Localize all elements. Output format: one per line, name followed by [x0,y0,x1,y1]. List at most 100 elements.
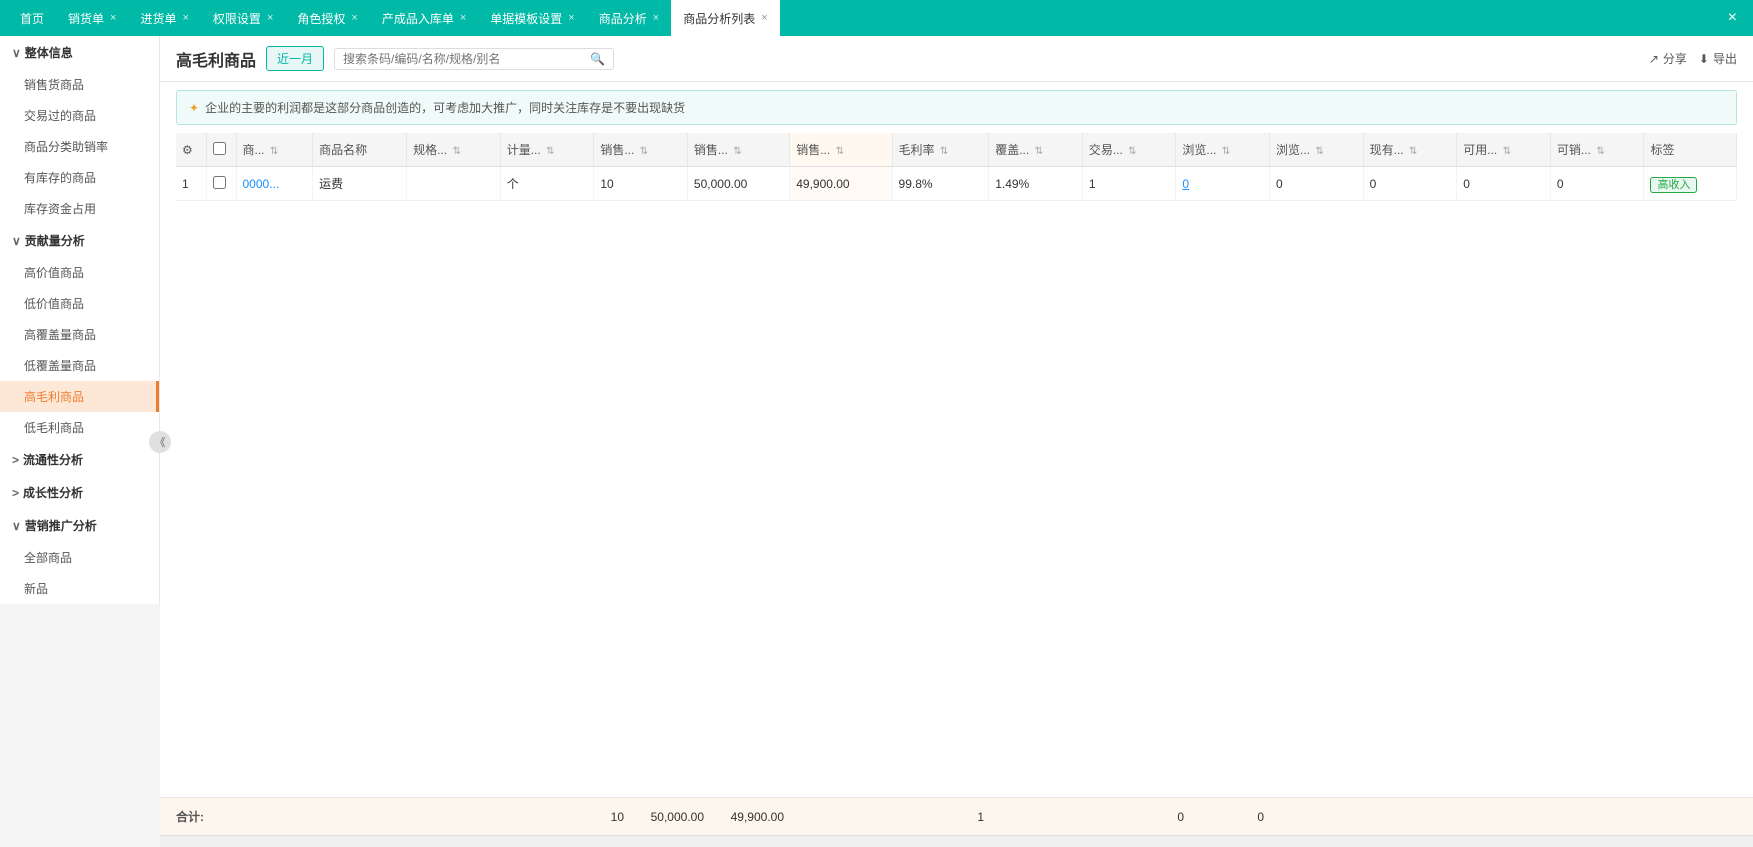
cell-browse1[interactable]: 0 [1176,167,1270,201]
sort-icon-spec: ⇅ [452,146,460,157]
sort-icon-sales-profit: ⇅ [836,146,844,157]
sidebar-item-traded-goods[interactable]: 交易过的商品 [0,100,159,131]
header-actions: ↗ 分享 ⬇ 导出 [1649,50,1737,67]
cell-coverage: 1.49% [989,167,1083,201]
sidebar-wrapper: ∨ 整体信息 销售货商品 交易过的商品 商品分类助销率 有库存的商品 库存资金占… [0,36,160,847]
period-button[interactable]: 近一月 [266,46,324,71]
close-permissions-tab[interactable]: × [267,12,273,24]
col-sales-qty[interactable]: 销售... ⇅ [594,133,688,167]
col-name[interactable]: 商品名称 [313,133,407,167]
table-row: 1 0000... 运费 个 10 50,000.00 49,900.00 99… [176,167,1737,201]
search-input[interactable] [343,52,586,66]
sidebar-item-high-margin[interactable]: 高毛利商品 [0,381,159,412]
col-sales-profit[interactable]: 销售... ⇅ [790,133,892,167]
sort-icon-browse1: ⇅ [1222,146,1230,157]
sidebar-group-growth[interactable]: > 成长性分析 [0,476,159,509]
table-container: ⚙ 商... ⇅ 商品名称 规格... [160,133,1753,797]
nav-tab-analysis-list[interactable]: 商品分析列表 × [671,0,779,36]
table-header-row: ⚙ 商... ⇅ 商品名称 规格... [176,133,1737,167]
footer-sales-profit: 49,900.00 [724,810,784,824]
cell-sellable: 0 [1550,167,1644,201]
close-sales-tab[interactable]: × [110,12,116,24]
col-gross-margin[interactable]: 毛利率 ⇅ [892,133,989,167]
nav-tab-roles[interactable]: 角色授权 × [285,0,369,36]
nav-tab-purchase[interactable]: 进货单 × [128,0,200,36]
cell-code[interactable]: 0000... [236,167,313,201]
nav-tab-permissions[interactable]: 权限设置 × [201,0,285,36]
cell-tag: 高收入 [1644,167,1737,201]
close-purchase-tab[interactable]: × [182,12,188,24]
horizontal-scrollbar[interactable] [160,835,1753,847]
footer-bar: 合计: 10 50,000.00 49,900.00 1 0 0 [160,797,1753,835]
export-button[interactable]: ⬇ 导出 [1699,50,1737,67]
sidebar-item-low-coverage[interactable]: 低覆盖量商品 [0,350,159,381]
tag-high-income: 高收入 [1650,177,1697,193]
cell-sales-profit: 49,900.00 [790,167,892,201]
sort-icon-sales-amount: ⇅ [733,146,741,157]
top-nav: 首页 销货单 × 进货单 × 权限设置 × 角色授权 × 产成品入库单 × 单据… [0,0,1753,36]
sidebar-item-stocked-goods[interactable]: 有库存的商品 [0,162,159,193]
cell-sales-qty: 10 [594,167,688,201]
cell-browse2: 0 [1270,167,1364,201]
sidebar-item-category-rate[interactable]: 商品分类助销率 [0,131,159,162]
share-button[interactable]: ↗ 分享 [1649,50,1687,67]
main-layout: ∨ 整体信息 销售货商品 交易过的商品 商品分类助销率 有库存的商品 库存资金占… [0,36,1753,847]
sort-icon-sellable: ⇅ [1596,146,1604,157]
row-checkbox[interactable] [213,176,226,189]
footer-sales-amount: 50,000.00 [644,810,704,824]
cell-unit: 个 [500,167,594,201]
arrow-icon-overview: ∨ [12,46,21,60]
arrow-icon-contribution: ∨ [12,234,21,248]
col-spec[interactable]: 规格... ⇅ [407,133,501,167]
col-browse2[interactable]: 浏览... ⇅ [1270,133,1364,167]
col-available[interactable]: 可用... ⇅ [1457,133,1551,167]
sidebar-item-low-margin[interactable]: 低毛利商品 [0,412,159,443]
sidebar-item-new-goods[interactable]: 新品 [0,573,159,604]
content-area: 高毛利商品 近一月 🔍 ↗ 分享 ⬇ 导出 ✦ 企业的主要的利润都是这部分商品创… [160,36,1753,847]
footer-current-stock: 0 [1124,810,1184,824]
settings-icon[interactable]: ⚙ [182,143,193,157]
close-analysis-list-tab[interactable]: × [761,12,767,24]
nav-tab-template[interactable]: 单据模板设置 × [478,0,586,36]
sidebar-item-high-value[interactable]: 高价值商品 [0,257,159,288]
export-icon: ⬇ [1699,52,1709,66]
col-index: ⚙ [176,133,206,167]
nav-tab-analysis[interactable]: 商品分析 × [587,0,671,36]
sort-icon-sales-qty: ⇅ [640,146,648,157]
close-inbound-tab[interactable]: × [460,12,466,24]
window-close-button[interactable]: × [1720,9,1745,27]
col-unit[interactable]: 计量... ⇅ [500,133,594,167]
cell-current-stock: 0 [1363,167,1457,201]
close-analysis-tab[interactable]: × [653,12,659,24]
sidebar-item-high-coverage[interactable]: 高覆盖量商品 [0,319,159,350]
col-sales-amount[interactable]: 销售... ⇅ [687,133,789,167]
sidebar-group-marketing[interactable]: ∨ 营销推广分析 [0,509,159,542]
sidebar-group-contribution[interactable]: ∨ 贡献量分析 [0,224,159,257]
col-browse1[interactable]: 浏览... ⇅ [1176,133,1270,167]
select-all-checkbox[interactable] [213,142,226,155]
search-icon[interactable]: 🔍 [590,52,605,66]
cell-transactions: 1 [1082,167,1176,201]
sidebar-item-all-goods[interactable]: 全部商品 [0,542,159,573]
sidebar-group-overview[interactable]: ∨ 整体信息 [0,36,159,69]
nav-tab-sales[interactable]: 销货单 × [56,0,128,36]
arrow-icon-growth: > [12,486,19,500]
sidebar-group-liquidity[interactable]: > 流通性分析 [0,443,159,476]
col-coverage[interactable]: 覆盖... ⇅ [989,133,1083,167]
close-template-tab[interactable]: × [568,12,574,24]
col-code[interactable]: 商... ⇅ [236,133,313,167]
col-current-stock[interactable]: 现有... ⇅ [1363,133,1457,167]
nav-tab-inbound[interactable]: 产成品入库单 × [370,0,478,36]
col-transactions[interactable]: 交易... ⇅ [1082,133,1176,167]
col-sellable[interactable]: 可销... ⇅ [1550,133,1644,167]
nav-tab-home[interactable]: 首页 [8,0,56,36]
footer-label: 合计: [176,808,204,825]
close-roles-tab[interactable]: × [351,12,357,24]
sidebar-collapse-button[interactable]: 《 [149,431,171,453]
cell-spec [407,167,501,201]
search-box: 🔍 [334,48,614,70]
sidebar-item-inventory-funds[interactable]: 库存资金占用 [0,193,159,224]
info-icon: ✦ [189,101,199,115]
sidebar-item-sales-goods[interactable]: 销售货商品 [0,69,159,100]
sidebar-item-low-value[interactable]: 低价值商品 [0,288,159,319]
